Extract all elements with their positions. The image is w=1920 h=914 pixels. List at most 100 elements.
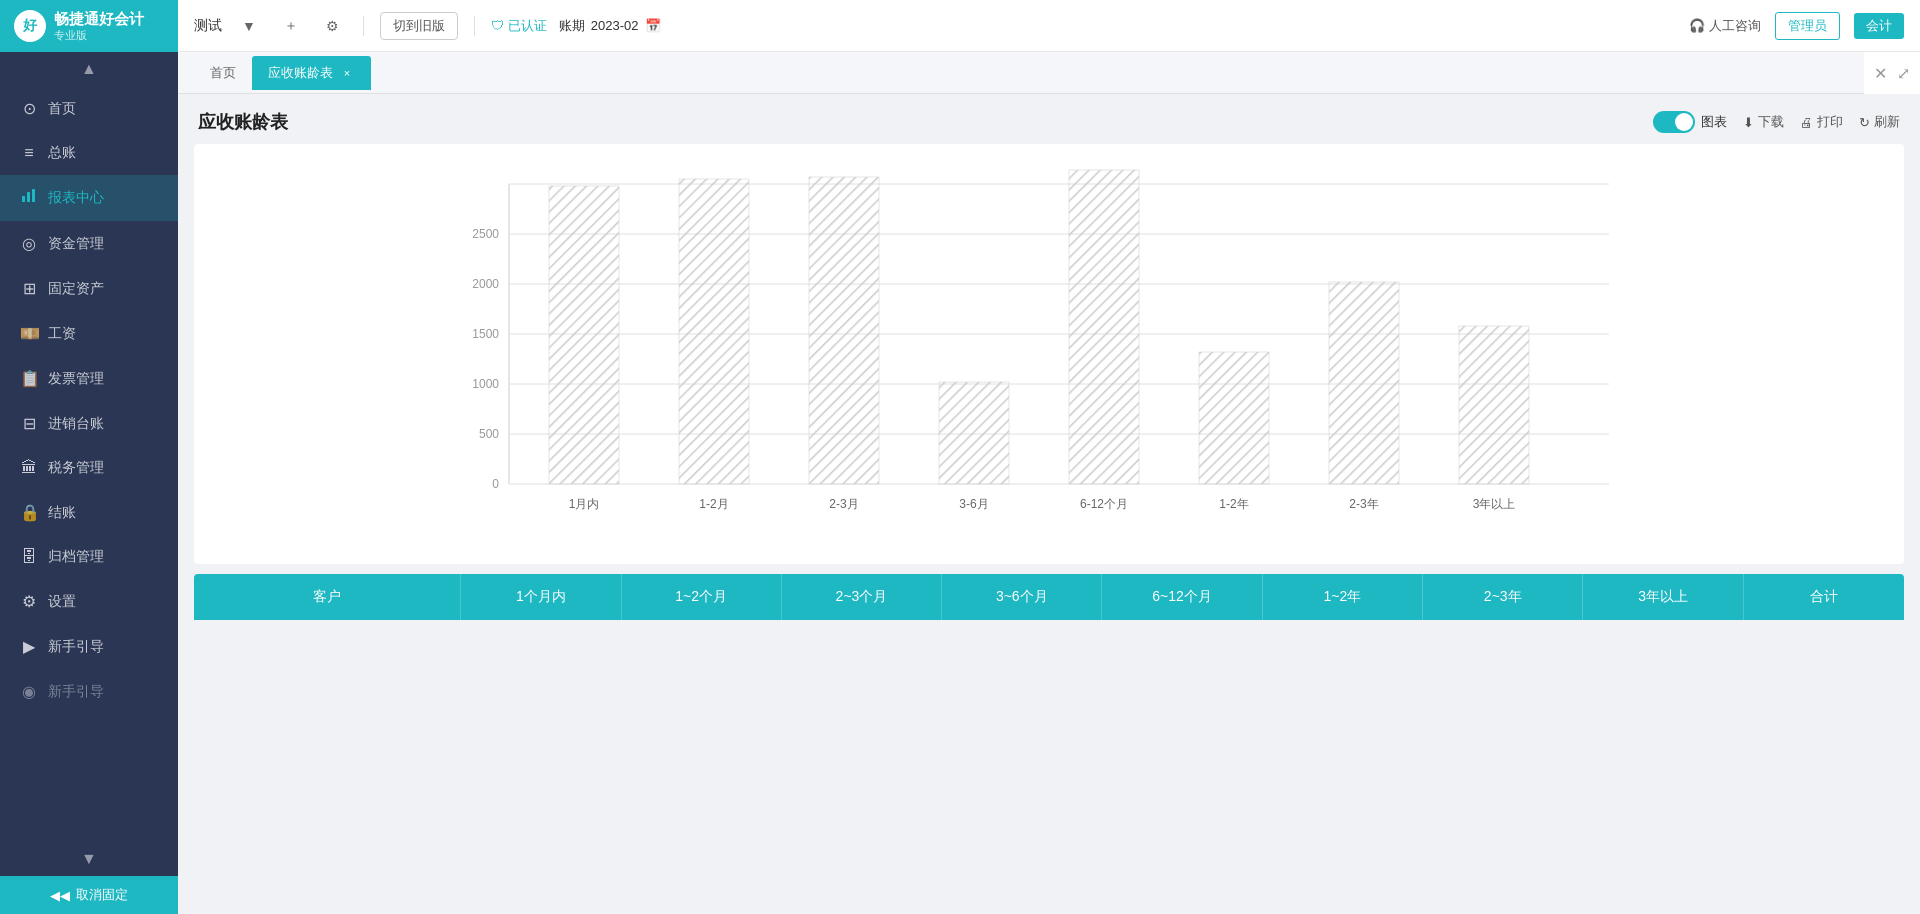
th-2year: 2~3年: [1423, 574, 1583, 620]
svg-text:1月内: 1月内: [569, 497, 600, 511]
settings-top-btn[interactable]: ⚙: [318, 14, 347, 38]
sidebar-item-ledger-label: 总账: [48, 144, 76, 162]
period-info: 账期 2023-02 📅: [559, 17, 661, 35]
sidebar-item-invoices-label: 发票管理: [48, 370, 104, 388]
sidebar-item-inventory[interactable]: ⊟ 进销台账: [0, 401, 178, 446]
bar-4: [939, 382, 1009, 484]
th-6month: 3~6个月: [942, 574, 1102, 620]
service-label: 人工咨询: [1709, 17, 1761, 35]
bar-3: [809, 177, 879, 484]
sidebar-item-invoices[interactable]: 📋 发票管理: [0, 356, 178, 401]
scroll-up-btn[interactable]: ▲: [0, 56, 178, 82]
sidebar-item-archive[interactable]: 🗄 归档管理: [0, 535, 178, 579]
period-label: 账期: [559, 17, 585, 35]
sidebar-item-payroll[interactable]: 💴 工资: [0, 311, 178, 356]
tab-home-label: 首页: [210, 64, 236, 82]
topbar-right: 🎧 人工咨询 管理员 会计: [1689, 12, 1904, 40]
sidebar-item-reports-label: 报表中心: [48, 189, 104, 207]
dropdown-btn[interactable]: ▼: [234, 14, 264, 38]
tax-icon: 🏛: [20, 459, 38, 477]
svg-text:0: 0: [492, 477, 499, 491]
svg-text:2-3月: 2-3月: [829, 497, 858, 511]
svg-rect-2: [32, 189, 35, 202]
sidebar-item-assets[interactable]: ⊞ 固定资产: [0, 266, 178, 311]
main-content: 测试 ▼ ＋ ⚙ 切到旧版 🛡 已认证 账期 2023-02 📅 🎧 人工咨询: [178, 0, 1920, 914]
user-btn[interactable]: 管理员: [1775, 12, 1840, 40]
service-btn[interactable]: 🎧 人工咨询: [1689, 17, 1761, 35]
table-section: 客户 1个月内 1~2个月 2~3个月 3~6个月 6~12个月 1~2年 2~…: [194, 574, 1904, 620]
tab-home[interactable]: 首页: [194, 56, 252, 90]
add-btn[interactable]: ＋: [276, 13, 306, 39]
svg-text:1-2月: 1-2月: [699, 497, 728, 511]
switch-version-btn[interactable]: 切到旧版: [380, 12, 458, 40]
guide-icon: ▶: [20, 637, 38, 656]
download-icon: ⬇: [1743, 115, 1754, 130]
print-label: 打印: [1817, 113, 1843, 131]
period-value: 2023-02: [591, 18, 639, 33]
bar-2: [679, 179, 749, 484]
refresh-btn[interactable]: ↻ 刷新: [1859, 113, 1900, 131]
topbar-divider-1: [363, 16, 364, 36]
unknown-icon: ◉: [20, 682, 38, 701]
sidebar-item-reports[interactable]: 报表中心: [0, 175, 178, 221]
bar-6: [1199, 352, 1269, 484]
table-header: 客户 1个月内 1~2个月 2~3个月 3~6个月 6~12个月 1~2年 2~…: [194, 574, 1904, 620]
chart-container: 0 500 1000 1500 2000 2500 1月内 1-2月 2-3月: [224, 164, 1874, 544]
bar-1: [549, 186, 619, 484]
th-1year: 1~2年: [1263, 574, 1423, 620]
chart-toggle-switch[interactable]: [1653, 111, 1695, 133]
plus-icon: ＋: [284, 17, 298, 35]
sidebar-item-archive-label: 归档管理: [48, 548, 104, 566]
th-12month: 6~12个月: [1102, 574, 1262, 620]
page-header: 应收账龄表 图表 ⬇ 下载 🖨 打印 ↻ 刷新: [178, 94, 1920, 144]
sidebar-item-close[interactable]: 🔒 结账: [0, 490, 178, 535]
sidebar-item-tax[interactable]: 🏛 税务管理: [0, 446, 178, 490]
th-total: 合计: [1744, 574, 1904, 620]
th-1month: 1个月内: [461, 574, 621, 620]
assets-icon: ⊞: [20, 279, 38, 298]
close-account-icon: 🔒: [20, 503, 38, 522]
calendar-icon[interactable]: 📅: [645, 18, 661, 33]
print-btn[interactable]: 🖨 打印: [1800, 113, 1843, 131]
svg-text:3-6月: 3-6月: [959, 497, 988, 511]
headset-icon: 🎧: [1689, 18, 1705, 33]
tab-aging-label: 应收账龄表: [268, 64, 333, 82]
sidebar-item-funds[interactable]: ◎ 资金管理: [0, 221, 178, 266]
svg-rect-1: [27, 192, 30, 202]
print-icon: 🖨: [1800, 115, 1813, 130]
svg-text:1-2年: 1-2年: [1219, 497, 1248, 511]
topbar-divider-2: [474, 16, 475, 36]
sidebar-item-unknown[interactable]: ◉ 新手引导: [0, 669, 178, 714]
cancel-fixed-btn[interactable]: ◀◀ 取消固定: [0, 876, 178, 914]
gear-icon: ⚙: [326, 18, 339, 34]
sidebar-item-guide-label: 新手引导: [48, 638, 104, 656]
th-customer: 客户: [194, 574, 461, 620]
ledger-icon: ≡: [20, 144, 38, 162]
svg-text:2000: 2000: [472, 277, 499, 291]
certified-label: 已认证: [508, 17, 547, 35]
bar-8: [1459, 326, 1529, 484]
sidebar-item-home[interactable]: ⊙ 首页: [0, 86, 178, 131]
home-icon: ⊙: [20, 99, 38, 118]
archive-icon: 🗄: [20, 548, 38, 566]
close-window-btn[interactable]: ✕: [1874, 64, 1887, 83]
settings-icon: ⚙: [20, 592, 38, 611]
tab-close-btn[interactable]: ×: [339, 65, 355, 81]
maximize-btn[interactable]: ⤢: [1897, 64, 1910, 83]
sidebar-item-ledger[interactable]: ≡ 总账: [0, 131, 178, 175]
scroll-down-btn[interactable]: ▼: [0, 846, 178, 872]
sidebar-item-funds-label: 资金管理: [48, 235, 104, 253]
th-2month: 1~2个月: [622, 574, 782, 620]
role-btn[interactable]: 会计: [1854, 13, 1904, 39]
sidebar-item-guide[interactable]: ▶ 新手引导: [0, 624, 178, 669]
tab-aging[interactable]: 应收账龄表 ×: [252, 56, 371, 90]
invoices-icon: 📋: [20, 369, 38, 388]
chart-toggle: 图表: [1653, 111, 1727, 133]
refresh-label: 刷新: [1874, 113, 1900, 131]
sidebar-item-settings[interactable]: ⚙ 设置: [0, 579, 178, 624]
page-actions: 图表 ⬇ 下载 🖨 打印 ↻ 刷新: [1653, 111, 1900, 133]
download-btn[interactable]: ⬇ 下载: [1743, 113, 1784, 131]
reports-icon: [20, 188, 38, 208]
chart-toggle-label: 图表: [1701, 113, 1727, 131]
bar-5: [1069, 170, 1139, 484]
